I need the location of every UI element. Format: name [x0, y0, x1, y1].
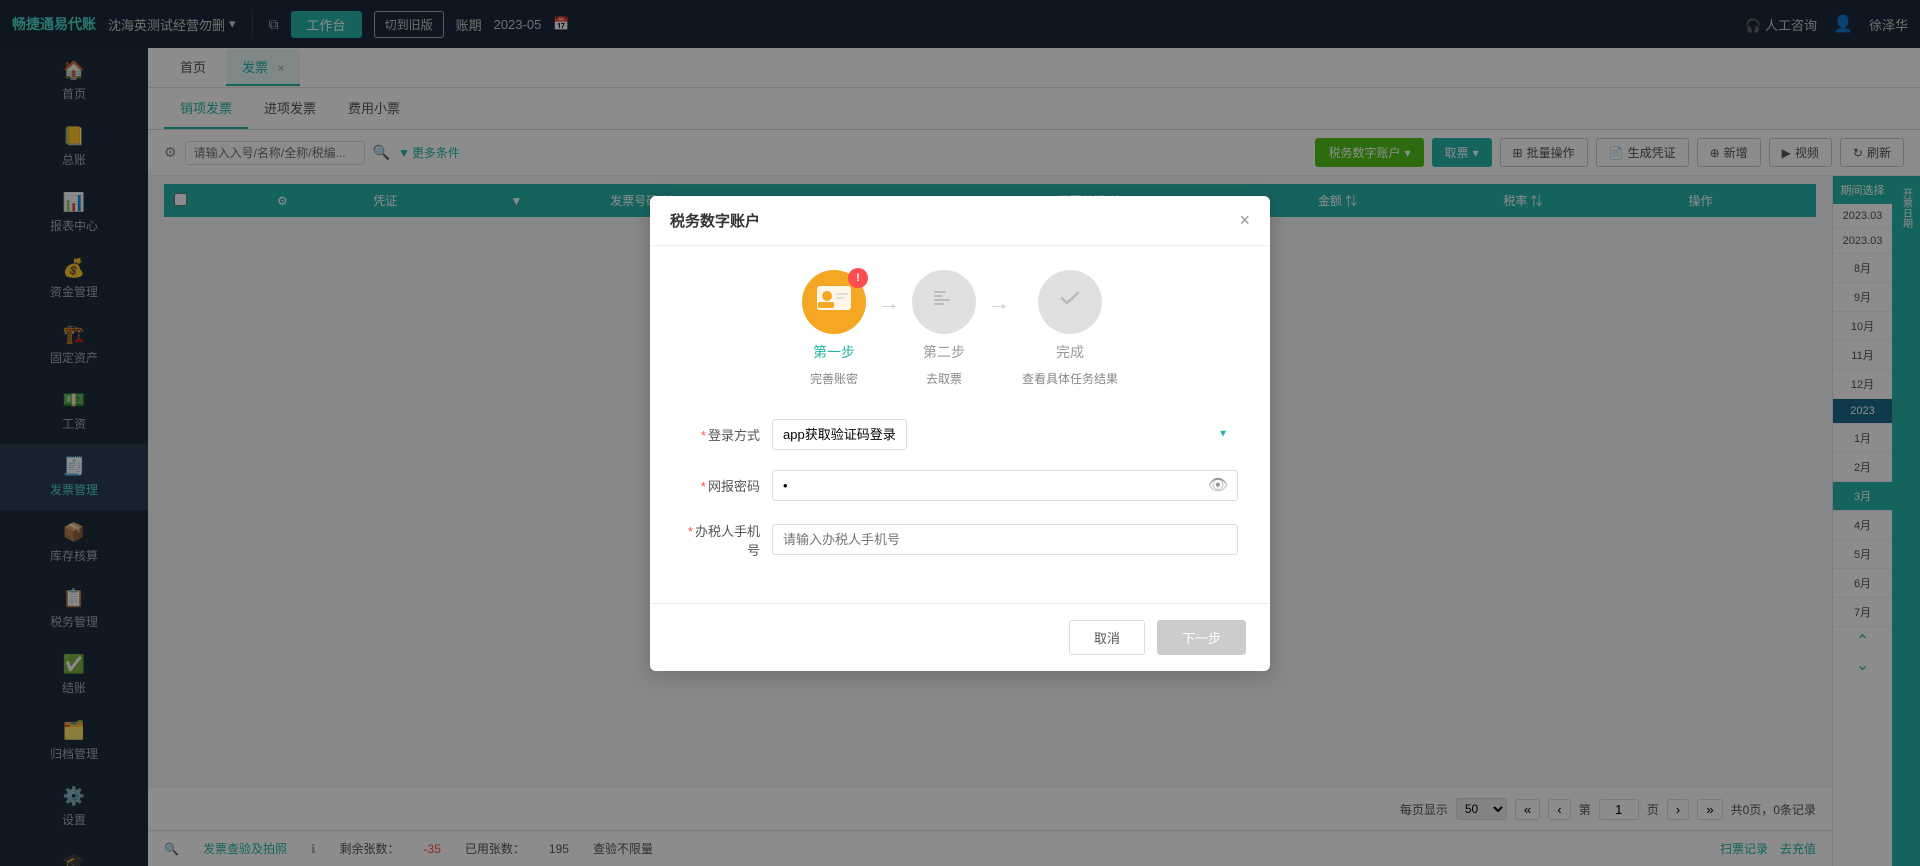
step-1-icon-wrap: ! [802, 270, 866, 334]
password-input[interactable] [772, 470, 1238, 501]
cancel-button[interactable]: 取消 [1069, 620, 1145, 655]
step-2-icon-wrap [912, 270, 976, 334]
modal-footer: 取消 下一步 [650, 603, 1270, 671]
step-arrow-1: → [866, 290, 912, 316]
step-2-label: 第二步 [923, 342, 965, 362]
modal-overlay: 税务数字账户 × [0, 0, 1920, 866]
steps-indicator: ! 第一步 完善账密 → [682, 270, 1238, 387]
form-row-password: 网报密码 👁 [682, 470, 1238, 501]
step-arrow-2: → [976, 290, 1022, 316]
login-method-select[interactable]: app获取验证码登录 密码登录 短信验证码登录 [772, 419, 907, 450]
step-2: 第二步 去取票 [912, 270, 976, 387]
next-step-button[interactable]: 下一步 [1157, 620, 1246, 655]
step-2-desc: 去取票 [926, 370, 962, 387]
password-label: 网报密码 [682, 476, 772, 495]
step-2-ticket-icon [928, 282, 960, 321]
form-row-login-method: 登录方式 app获取验证码登录 密码登录 短信验证码登录 [682, 419, 1238, 450]
step-1-person-icon [816, 282, 852, 321]
step-1-error-badge: ! [848, 268, 868, 288]
step-1-label: 第一步 [813, 342, 855, 362]
form-row-taxpayer: 办税人手机号 [682, 521, 1238, 559]
modal-close-button[interactable]: × [1239, 210, 1250, 231]
password-input-wrap: 👁 [772, 470, 1238, 501]
step-1: ! 第一步 完善账密 [802, 270, 866, 387]
modal-body: ! 第一步 完善账密 → [650, 246, 1270, 603]
modal-title: 税务数字账户 [670, 210, 760, 231]
taxpayer-phone-input[interactable] [772, 524, 1238, 555]
step-1-desc: 完善账密 [810, 370, 858, 387]
step-3-desc: 查看具体任务结果 [1022, 370, 1118, 387]
taxpayer-label: 办税人手机号 [682, 521, 772, 559]
login-method-label: 登录方式 [682, 425, 772, 444]
modal-header: 税务数字账户 × [650, 196, 1270, 246]
step-3-check-icon [1054, 282, 1086, 321]
login-method-select-wrap: app获取验证码登录 密码登录 短信验证码登录 [772, 419, 1238, 450]
tax-digital-account-modal: 税务数字账户 × [650, 196, 1270, 671]
step-3: 完成 查看具体任务结果 [1022, 270, 1118, 387]
step-3-label: 完成 [1056, 342, 1084, 362]
step-3-icon-wrap [1038, 270, 1102, 334]
eye-icon[interactable]: 👁 [1208, 475, 1228, 495]
